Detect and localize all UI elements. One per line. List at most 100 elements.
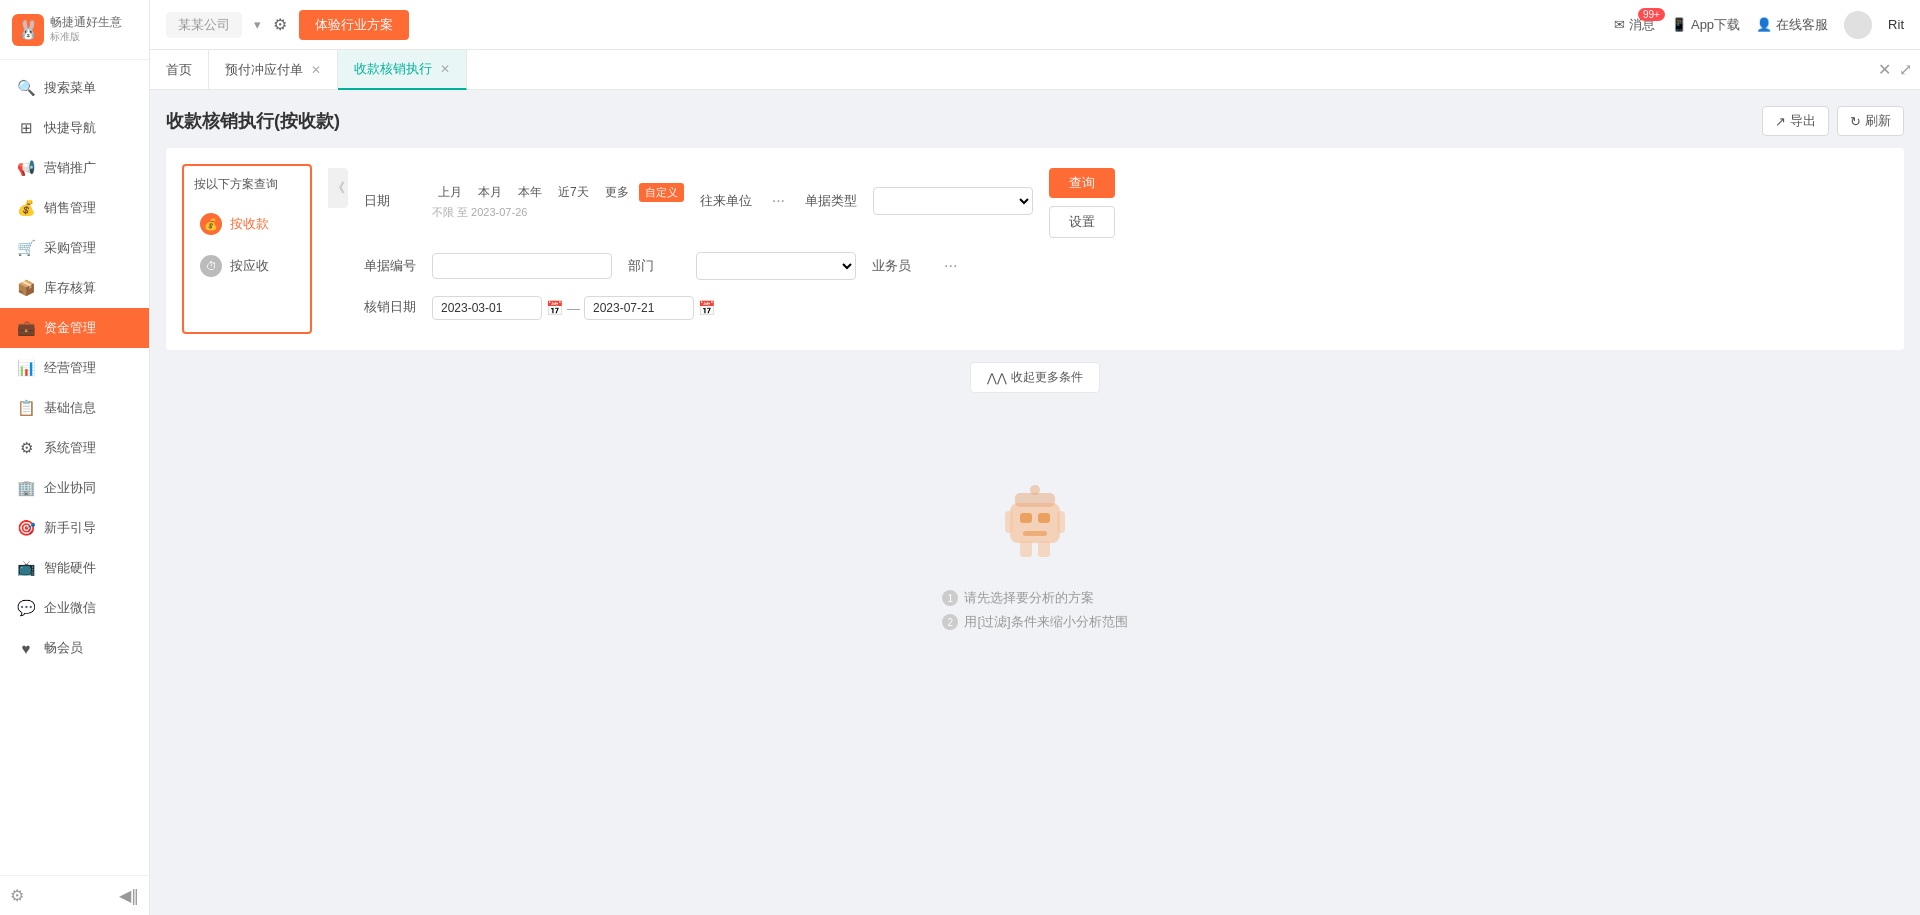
page-title: 收款核销执行(按收款) — [166, 109, 340, 133]
header-left: 某某公司 ▾ ⚙ 体验行业方案 — [166, 10, 409, 40]
filter-option-by-receipt[interactable]: 💰 按收款 — [194, 205, 300, 243]
refresh-label: 刷新 — [1865, 112, 1891, 130]
date-more[interactable]: 更多 — [599, 182, 635, 203]
sidebar-item-wechat[interactable]: 💬 企业微信 — [0, 588, 149, 628]
writeoff-date-range: 📅 — 📅 — [432, 296, 715, 320]
sidebar-item-sales[interactable]: 💰 销售管理 — [0, 188, 149, 228]
counterpart-ellipsis[interactable]: ··· — [768, 192, 789, 210]
sidebar-item-operation[interactable]: 📊 经营管理 — [0, 348, 149, 388]
enterprise-icon: 🏢 — [16, 478, 36, 498]
writeoff-date-to-calendar-icon[interactable]: 📅 — [698, 300, 715, 316]
by-receivable-label: 按应收 — [230, 257, 269, 275]
sidebar-item-marketing[interactable]: 📢 营销推广 — [0, 148, 149, 188]
filter-row-2: 单据编号 部门 业务员 ··· — [364, 252, 1888, 280]
sidebar-item-label: 系统管理 — [44, 439, 96, 457]
app-download-item[interactable]: 📱 App下载 — [1671, 16, 1740, 34]
collapse-filter-btn[interactable]: 《 — [328, 168, 348, 208]
query-button[interactable]: 查询 — [1049, 168, 1115, 198]
sidebar-item-label: 营销推广 — [44, 159, 96, 177]
filter-row-3: 核销日期 📅 — 📅 — [364, 294, 1888, 320]
tab-bar: 首页 预付冲应付单 ✕ 收款核销执行 ✕ ✕ ⤢ — [150, 50, 1920, 90]
by-receipt-icon: 💰 — [200, 213, 222, 235]
docno-filter-group: 单据编号 — [364, 253, 612, 279]
industry-solution-button[interactable]: 体验行业方案 — [299, 10, 409, 40]
writeoff-date-group: 核销日期 📅 — 📅 — [364, 294, 715, 320]
collapse-sidebar-icon[interactable]: ◀‖ — [119, 886, 139, 905]
quick-nav-icon: ⊞ — [16, 118, 36, 138]
settings-icon[interactable]: ⚙ — [10, 886, 24, 905]
tab-prepay-close[interactable]: ✕ — [311, 63, 321, 77]
sidebar-item-inventory[interactable]: 📦 库存核算 — [0, 268, 149, 308]
sidebar-item-label: 销售管理 — [44, 199, 96, 217]
doctype-select[interactable] — [873, 187, 1033, 215]
sidebar-item-guide[interactable]: 🎯 新手引导 — [0, 508, 149, 548]
export-button[interactable]: ↗ 导出 — [1762, 106, 1829, 136]
expand-tabs-icon[interactable]: ⤢ — [1899, 60, 1912, 79]
sidebar-item-label: 畅会员 — [44, 639, 83, 657]
sidebar-item-enterprise[interactable]: 🏢 企业协同 — [0, 468, 149, 508]
message-badge: 99+ — [1638, 8, 1665, 21]
message-item[interactable]: ✉ 消息 99+ — [1614, 16, 1655, 34]
sidebar-item-purchase[interactable]: 🛒 采购管理 — [0, 228, 149, 268]
sidebar-item-search[interactable]: 🔍 搜索菜单 — [0, 68, 149, 108]
sidebar: 🐰 畅捷通好生意 标准版 🔍 搜索菜单 ⊞ 快捷导航 📢 营销推广 💰 销售管理… — [0, 0, 150, 915]
sidebar-item-label: 基础信息 — [44, 399, 96, 417]
date-this-year[interactable]: 本年 — [512, 182, 548, 203]
sidebar-item-label: 企业协同 — [44, 479, 96, 497]
sidebar-item-finance[interactable]: 💼 资金管理 — [0, 308, 149, 348]
marketing-icon: 📢 — [16, 158, 36, 178]
filter-fields: 日期 上月 本月 本年 近7天 更多 自定义 不限 至 20 — [364, 164, 1888, 334]
tab-receipt-writeoff[interactable]: 收款核销执行 ✕ — [338, 50, 467, 90]
sidebar-item-member[interactable]: ♥ 畅会员 — [0, 628, 149, 668]
docno-label: 单据编号 — [364, 257, 424, 275]
staff-ellipsis[interactable]: ··· — [940, 257, 961, 275]
company-dropdown-arrow[interactable]: ▾ — [254, 17, 261, 32]
company-name: 某某公司 — [166, 12, 242, 38]
page-actions: ↗ 导出 ↻ 刷新 — [1762, 106, 1904, 136]
refresh-button[interactable]: ↻ 刷新 — [1837, 106, 1904, 136]
date-7days[interactable]: 近7天 — [552, 182, 595, 203]
sidebar-item-system[interactable]: ⚙ 系统管理 — [0, 428, 149, 468]
close-all-tabs-icon[interactable]: ✕ — [1878, 60, 1891, 79]
tab-home[interactable]: 首页 — [150, 50, 209, 90]
collapse-up-icon: ⋀⋀ — [987, 371, 1007, 385]
tab-bar-actions: ✕ ⤢ — [1878, 60, 1920, 79]
collapse-more-button[interactable]: ⋀⋀ 收起更多条件 — [970, 362, 1100, 393]
header-settings-icon[interactable]: ⚙ — [273, 15, 287, 34]
app-icon: 📱 — [1671, 17, 1687, 32]
date-last-month[interactable]: 上月 — [432, 182, 468, 203]
writeoff-date-from-input[interactable] — [432, 296, 542, 320]
writeoff-date-to-input[interactable] — [584, 296, 694, 320]
collapse-more-label: 收起更多条件 — [1011, 369, 1083, 386]
service-icon: 👤 — [1756, 17, 1772, 32]
sidebar-item-basic[interactable]: 📋 基础信息 — [0, 388, 149, 428]
filter-option-by-receivable[interactable]: ⏱ 按应收 — [194, 247, 300, 285]
search-panel: 按以下方案查询 💰 按收款 ⏱ 按应收 《 日期 — [166, 148, 1904, 350]
sidebar-item-label: 智能硬件 — [44, 559, 96, 577]
app-label: App下载 — [1691, 16, 1740, 34]
dept-select[interactable] — [696, 252, 856, 280]
filter-row-1: 日期 上月 本月 本年 近7天 更多 自定义 不限 至 20 — [364, 164, 1888, 238]
online-service-item[interactable]: 👤 在线客服 — [1756, 16, 1828, 34]
logo-text: 畅捷通好生意 — [50, 15, 122, 31]
sidebar-item-hardware[interactable]: 📺 智能硬件 — [0, 548, 149, 588]
writeoff-date-from-calendar-icon[interactable]: 📅 — [546, 300, 563, 316]
finance-icon: 💼 — [16, 318, 36, 338]
tab-prepay-label: 预付冲应付单 — [225, 61, 303, 79]
purchase-icon: 🛒 — [16, 238, 36, 258]
docno-input[interactable] — [432, 253, 612, 279]
date-custom-tag[interactable]: 自定义 — [639, 183, 684, 202]
sidebar-item-quick-nav[interactable]: ⊞ 快捷导航 — [0, 108, 149, 148]
by-receivable-icon: ⏱ — [200, 255, 222, 277]
tab-receipt-label: 收款核销执行 — [354, 60, 432, 78]
date-range-row: 不限 至 2023-07-26 — [432, 205, 684, 220]
user-avatar[interactable] — [1844, 11, 1872, 39]
date-label: 日期 — [364, 192, 424, 210]
dept-label: 部门 — [628, 257, 688, 275]
tab-prepay[interactable]: 预付冲应付单 ✕ — [209, 50, 338, 90]
header-right: ✉ 消息 99+ 📱 App下载 👤 在线客服 Rit — [1614, 11, 1904, 39]
setting-button[interactable]: 设置 — [1049, 206, 1115, 238]
date-this-month[interactable]: 本月 — [472, 182, 508, 203]
sidebar-item-label: 库存核算 — [44, 279, 96, 297]
tab-receipt-close[interactable]: ✕ — [440, 62, 450, 76]
